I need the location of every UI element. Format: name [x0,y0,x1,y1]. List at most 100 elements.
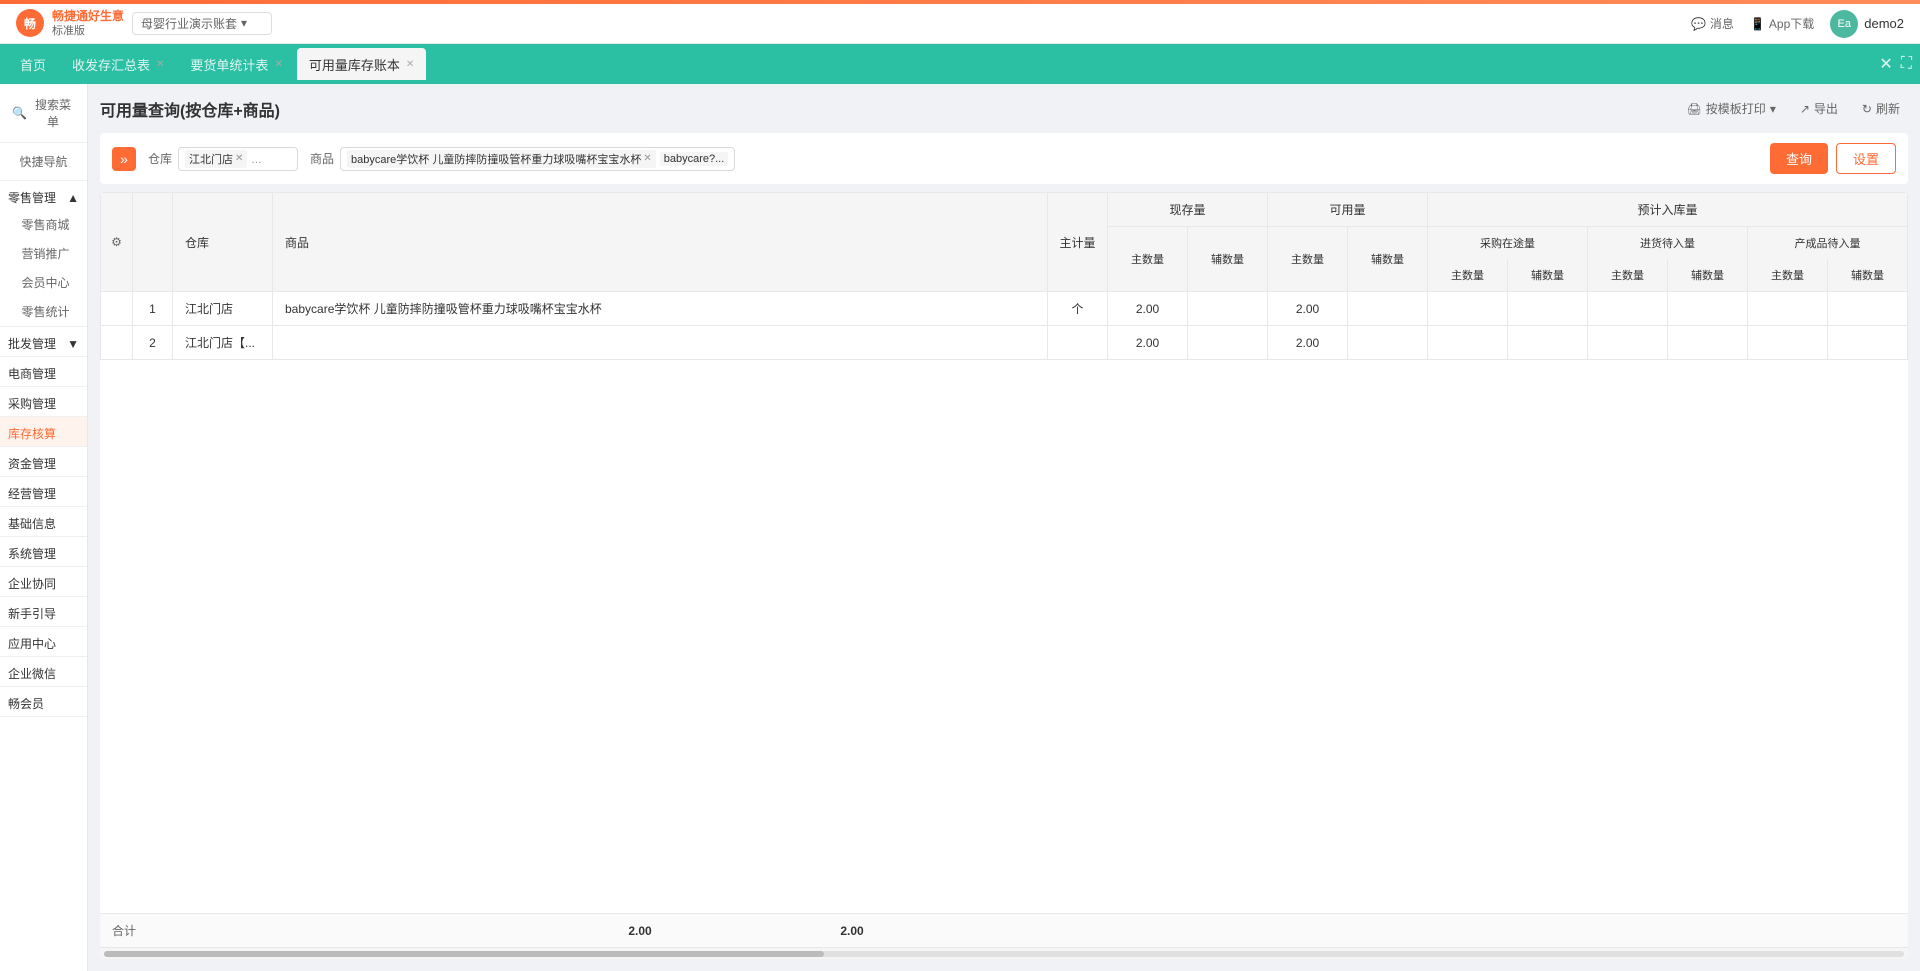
sidebar-group-finance-header[interactable]: 资金管理 [0,447,87,476]
row-purchase-main [1428,326,1508,360]
row-production-aux [1828,326,1908,360]
warehouse-tag-close[interactable]: ✕ [235,153,243,164]
app-download-action[interactable]: 📱 App下载 [1750,15,1814,32]
expand-tab-btn[interactable]: ⛶ [1901,55,1912,73]
search-icon: 🔍 [12,106,27,120]
print-icon: 🖨 [1687,102,1702,116]
refresh-button[interactable]: ↻ 刷新 [1854,96,1908,121]
sidebar-item-quick-nav[interactable]: 快捷导航 [0,147,87,176]
sidebar-group-basic-info-header[interactable]: 基础信息 [0,507,87,536]
sidebar-group-vip-header[interactable]: 畅会员 [0,687,87,716]
filter-expand-button[interactable]: » [112,147,136,171]
sidebar-group-purchase-header[interactable]: 采购管理 [0,387,87,416]
sidebar-group-enterprise-wechat: 企业微信 [0,657,87,687]
settings-button[interactable]: 设置 [1836,143,1896,174]
row-purchase-main [1428,292,1508,326]
filter-actions: 查询 设置 [1770,143,1896,174]
export-button[interactable]: ↗ 导出 [1792,96,1846,121]
sidebar-search-section: 🔍 搜索菜单 [0,84,87,143]
search-menu-button[interactable]: 🔍 搜索菜单 [8,92,79,134]
tab-close-receipt[interactable]: ✕ [156,59,164,70]
col-warehouse-header: 仓库 [173,193,273,292]
tab-bar: 首页 收发存汇总表 ✕ 要货单统计表 ✕ 可用量库存账本 ✕ ✕ ⛶ [0,44,1920,84]
col-purchase-group-header: 采购在途量 [1428,227,1588,260]
product-tag-babycare: babycare学饮杯 儿童防摔防撞吸管杯重力球吸嘴杯宝宝水杯 ✕ [347,150,656,168]
col-incoming-aux-header: 辅数量 [1668,259,1748,292]
sidebar-group-operations-header[interactable]: 经营管理 [0,477,87,506]
col-purchase-main-header: 主数量 [1428,259,1508,292]
row-incoming-aux [1668,326,1748,360]
tab-order-stats[interactable]: 要货单统计表 ✕ [178,48,294,80]
table-row: 1 江北门店 babycare学饮杯 儿童防摔防撞吸管杯重力球吸嘴杯宝宝水杯 个… [101,292,1908,326]
sidebar-group-enterprise-wechat-header[interactable]: 企业微信 [0,657,87,686]
top-bar-left: 畅 畅捷通好生意 标准版 母婴行业演示账套 ▾ [16,9,272,39]
product-tag-input[interactable]: babycare学饮杯 儿童防摔防撞吸管杯重力球吸嘴杯宝宝水杯 ✕ babyca… [340,147,735,171]
table-wrapper[interactable]: ⚙ 仓库 商品 主计量 现存量 可用量 预计入库量 [100,192,1908,913]
sidebar: 🔍 搜索菜单 快捷导航 零售管理 ▲ 零售商城 营销推广 会员中心 [0,84,88,971]
sidebar-group-guide-header[interactable]: 新手引导 [0,597,87,626]
sidebar-group-wholesale-header[interactable]: 批发管理 ▼ [0,327,87,356]
row-production-aux [1828,292,1908,326]
col-stock-group-header: 现存量 [1108,193,1268,227]
row-available-aux [1348,292,1428,326]
footer-available-main: 2.00 [812,924,892,938]
main-layout: 🔍 搜索菜单 快捷导航 零售管理 ▲ 零售商城 营销推广 会员中心 [0,84,1920,971]
industry-dropdown-icon: ▾ [241,16,247,30]
product-tag-close[interactable]: ✕ [643,153,651,164]
top-bar: 畅 畅捷通好生意 标准版 母婴行业演示账套 ▾ 💬 消息 📱 App下载 Ea … [0,4,1920,44]
col-production-aux-header: 辅数量 [1828,259,1908,292]
page-content: 可用量查询(按仓库+商品) 🖨 按模板打印 ▾ ↗ 导出 ↻ 刷新 [88,84,1920,971]
sidebar-group-guide: 新手引导 [0,597,87,627]
tab-available-stock[interactable]: 可用量库存账本 ✕ [297,48,426,80]
sidebar-group-operations: 经营管理 [0,477,87,507]
horizontal-scrollbar[interactable] [100,947,1908,959]
col-product-header: 商品 [273,193,1048,292]
col-purchase-aux-header: 辅数量 [1508,259,1588,292]
row-seq: 1 [133,292,173,326]
message-action[interactable]: 💬 消息 [1691,15,1734,32]
col-unit-header: 主计量 [1048,193,1108,292]
data-table: ⚙ 仓库 商品 主计量 现存量 可用量 预计入库量 [100,192,1908,360]
sidebar-item-retail-stats[interactable]: 零售统计 [0,297,87,326]
warehouse-tag-input[interactable]: 江北门店 ✕ ... [178,147,298,171]
close-tab-btn[interactable]: ✕ [1879,54,1892,74]
sidebar-group-enterprise-header[interactable]: 企业协同 [0,567,87,596]
sidebar-group-system: 系统管理 [0,537,87,567]
row-incoming-main [1588,292,1668,326]
industry-selector[interactable]: 母婴行业演示账套 ▾ [132,12,272,35]
scroll-thumb [104,951,824,957]
query-button[interactable]: 查询 [1770,143,1828,174]
tab-close-available[interactable]: ✕ [406,59,414,70]
sidebar-group-app-center-header[interactable]: 应用中心 [0,627,87,656]
warehouse-more[interactable]: ... [251,152,261,166]
sidebar-nav: 快捷导航 [0,143,87,181]
tab-home[interactable]: 首页 [8,48,58,80]
sidebar-item-marketing[interactable]: 营销推广 [0,239,87,268]
sidebar-group-retail-header[interactable]: 零售管理 ▲ [0,181,87,210]
row-unit: 个 [1048,292,1108,326]
page-title: 可用量查询(按仓库+商品) [100,97,280,121]
product-tag-babycare2: babycare?... [660,152,729,166]
row-seq: 2 [133,326,173,360]
sidebar-group-ecommerce-header[interactable]: 电商管理 [0,357,87,386]
settings-gear-icon[interactable]: ⚙ [111,235,122,249]
print-dropdown-icon: ▾ [1770,102,1776,116]
footer-stock-main: 2.00 [600,924,680,938]
sidebar-group-system-header[interactable]: 系统管理 [0,537,87,566]
refresh-icon: ↻ [1862,102,1872,116]
sidebar-item-retail-mall[interactable]: 零售商城 [0,210,87,239]
warehouse-filter: 仓库 江北门店 ✕ ... [148,147,298,171]
tab-receipt-summary[interactable]: 收发存汇总表 ✕ [60,48,176,80]
template-print-button[interactable]: 🖨 按模板打印 ▾ [1679,96,1784,121]
scroll-track [104,951,1904,957]
row-production-main [1748,326,1828,360]
sidebar-item-member[interactable]: 会员中心 [0,268,87,297]
footer-label: 合计 [112,922,152,939]
brand-text: 畅捷通好生意 标准版 [52,9,124,39]
user-profile[interactable]: Ea demo2 [1830,10,1904,38]
brand-icon: 畅 [16,9,44,37]
col-available-aux-header: 辅数量 [1348,227,1428,292]
row-available-aux [1348,326,1428,360]
sidebar-group-inventory-header[interactable]: 库存核算 [0,417,87,446]
tab-close-order[interactable]: ✕ [274,59,282,70]
